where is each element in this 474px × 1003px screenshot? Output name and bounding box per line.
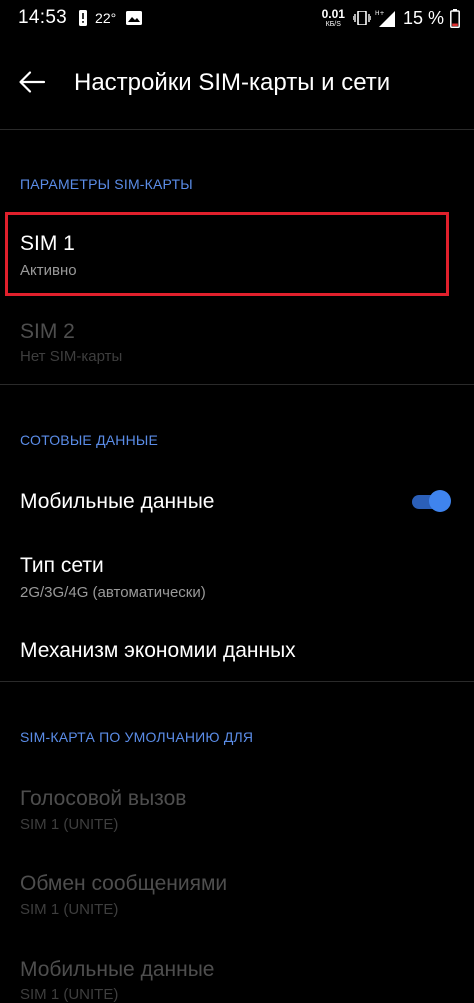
voice-call-item: Голосовой вызов SIM 1 (UNITE) — [0, 770, 474, 854]
status-temperature: 22° — [95, 10, 117, 26]
svg-text:H+: H+ — [375, 10, 385, 17]
default-mobile-data-item: Мобильные данные SIM 1 (UNITE) — [0, 940, 474, 1003]
toolbar-divider — [0, 129, 474, 130]
data-saver-item[interactable]: Механизм экономии данных — [0, 622, 474, 680]
toggle-thumb — [429, 490, 451, 512]
status-bar-left: 14:53 22° — [18, 7, 143, 29]
battery-percent: 15 % — [402, 7, 444, 28]
signal-icon: H+ — [375, 10, 395, 27]
network-speed: 0.01 КБ/S — [322, 8, 345, 28]
status-bar-right: 0.01 КБ/S H+ 15 % — [322, 6, 460, 30]
page-title: Настройки SIM-карты и сети — [74, 69, 391, 96]
messaging-title: Обмен сообщениями — [20, 872, 228, 895]
battery-icon — [450, 8, 460, 28]
messaging-item: Обмен сообщениями SIM 1 (UNITE) — [0, 856, 474, 940]
section-header-sim-settings: ПАРАМЕТРЫ SIM-КАРТЫ — [20, 176, 193, 192]
messaging-summary: SIM 1 (UNITE) — [20, 901, 119, 918]
app-toolbar: Настройки SIM-карты и сети — [0, 36, 474, 130]
data-saver-title: Механизм экономии данных — [20, 639, 296, 662]
sim2-item: SIM 2 Нет SIM-карты — [0, 300, 474, 384]
voice-call-summary: SIM 1 (UNITE) — [20, 816, 119, 833]
image-icon — [126, 11, 143, 25]
section-divider — [0, 681, 474, 682]
vibrate-icon — [352, 11, 371, 25]
network-type-title: Тип сети — [20, 554, 104, 577]
default-mobile-data-title: Мобильные данные — [20, 958, 215, 981]
sim2-title: SIM 2 — [20, 320, 75, 343]
section-header-cellular-data: СОТОВЫЕ ДАННЫЕ — [20, 432, 159, 448]
network-type-summary: 2G/3G/4G (автоматически) — [20, 584, 206, 601]
network-type-item[interactable]: Тип сети 2G/3G/4G (автоматически) — [0, 540, 474, 620]
mobile-data-toggle[interactable] — [410, 490, 451, 512]
mobile-data-item[interactable]: Мобильные данные — [0, 470, 474, 534]
arrow-left-icon[interactable] — [18, 68, 46, 96]
network-speed-unit: КБ/S — [325, 21, 341, 28]
alert-icon — [79, 10, 88, 26]
section-header-default-sim: SIM-КАРТА ПО УМОЛЧАНИЮ ДЛЯ — [20, 729, 254, 745]
sim2-summary: Нет SIM-карты — [20, 348, 123, 365]
section-divider — [0, 384, 474, 385]
status-bar: 14:53 22° 0.01 КБ/S H+ 15 % — [0, 0, 474, 36]
highlight-frame — [5, 212, 449, 296]
voice-call-title: Голосовой вызов — [20, 787, 187, 810]
status-time: 14:53 — [18, 7, 68, 28]
mobile-data-title: Мобильные данные — [20, 490, 215, 513]
default-mobile-data-summary: SIM 1 (UNITE) — [20, 986, 119, 1003]
network-speed-value: 0.01 — [321, 7, 345, 21]
